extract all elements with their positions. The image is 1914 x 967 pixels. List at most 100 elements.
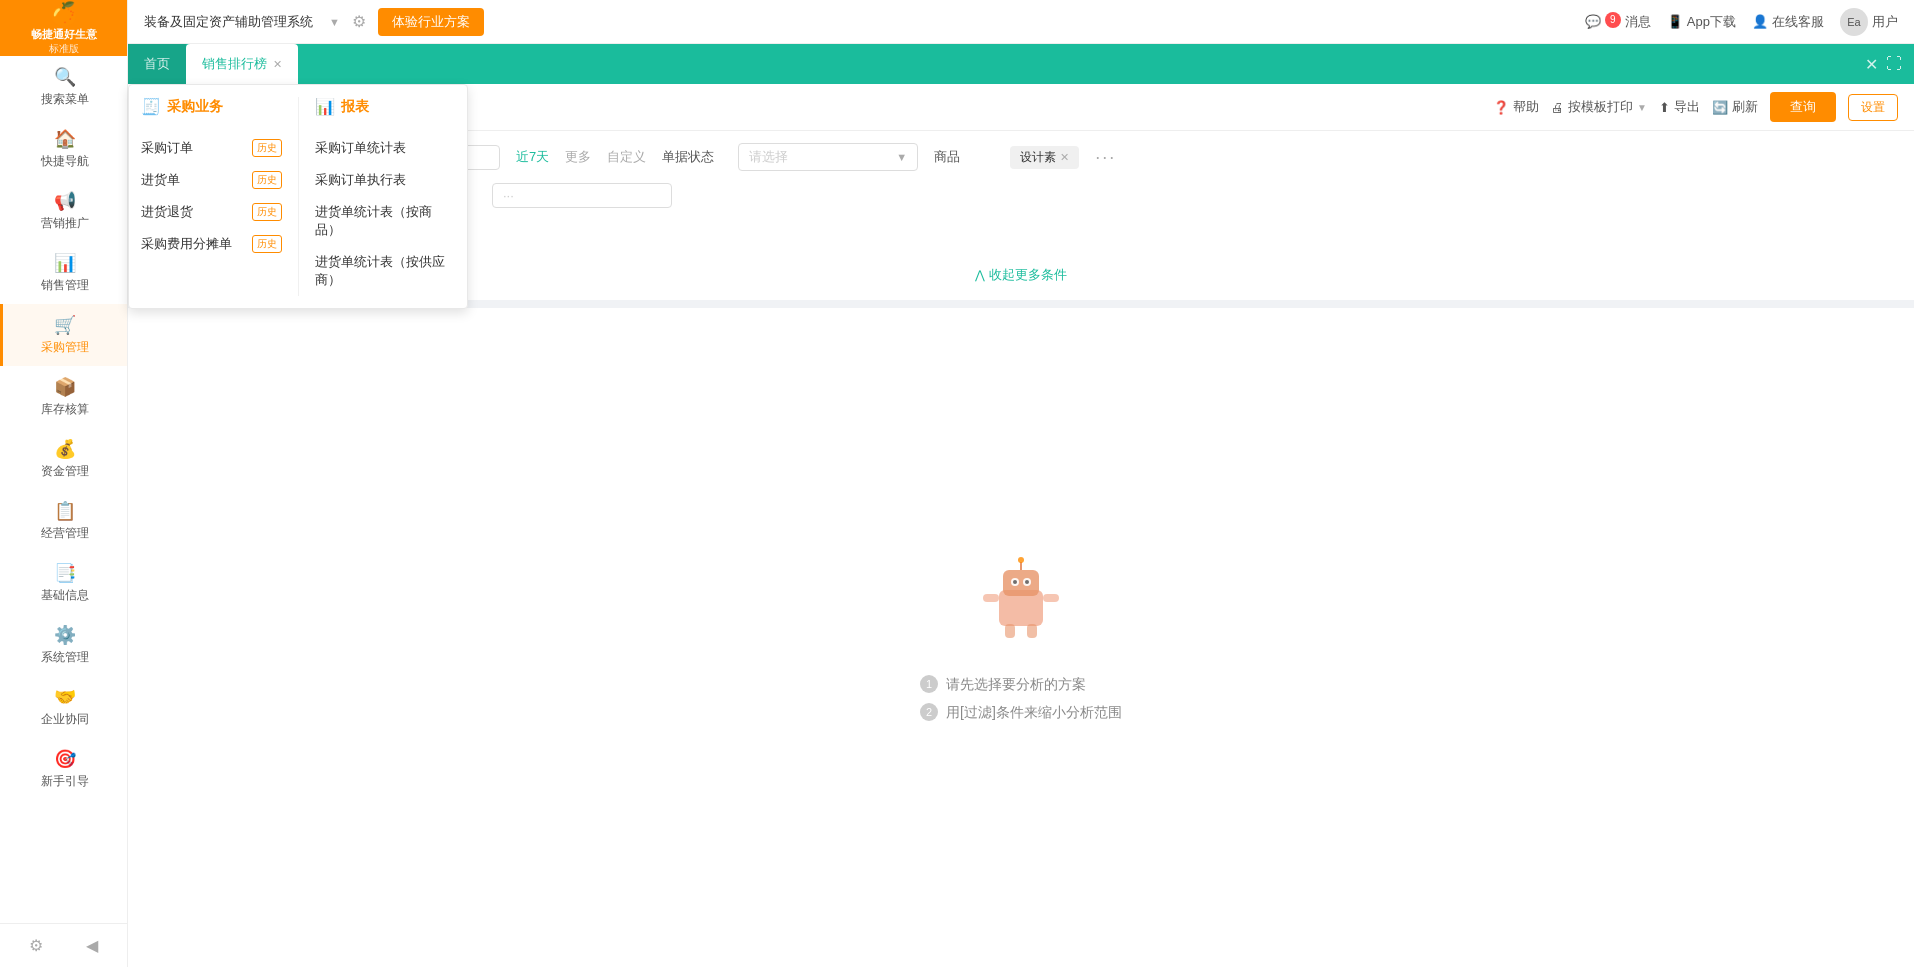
report-col-title: 报表: [341, 98, 369, 116]
title-dropdown-arrow[interactable]: ▼: [329, 16, 340, 28]
collapse-up-icon: ⋀: [975, 268, 985, 282]
dropdown-item-report-order-stat[interactable]: 采购订单统计表: [315, 132, 456, 164]
message-icon: 💬: [1585, 14, 1601, 29]
print-label: 按模板打印: [1568, 98, 1633, 116]
tab-close-icon[interactable]: ✕: [273, 58, 282, 71]
sidebar-item-inventory[interactable]: 📦 库存核算: [0, 366, 127, 428]
sidebar-label-guide: 新手引导: [41, 773, 89, 790]
online-service-btn[interactable]: 👤 在线客服: [1752, 13, 1824, 31]
help-btn[interactable]: ❓ 帮助: [1493, 98, 1539, 116]
voucher-status-dropdown-icon: ▼: [896, 151, 907, 163]
basic-info-icon: 📑: [54, 562, 76, 584]
dropdown-item-purchase-cost[interactable]: 采购费用分摊单 历史: [141, 228, 282, 260]
tab-home[interactable]: 首页: [128, 44, 186, 84]
empty-step-1: 1 请先选择要分析的方案: [920, 670, 1122, 698]
date-custom-link[interactable]: 自定义: [607, 148, 646, 166]
dropdown-item-purchase-inbound[interactable]: 进货单 历史: [141, 164, 282, 196]
app-download-btn[interactable]: 📱 App下载: [1667, 13, 1736, 31]
collapse-btn[interactable]: ⋀ 收起更多条件: [975, 266, 1067, 284]
svg-rect-9: [1043, 594, 1059, 602]
sidebar-settings-button[interactable]: ⚙: [29, 936, 43, 955]
search-icon: 🔍: [54, 66, 76, 88]
step1-num: 1: [920, 675, 938, 693]
marketing-icon: 📢: [54, 190, 76, 212]
report-inbound-supplier-label: 进货单统计表（按供应商）: [315, 253, 456, 289]
sidebar-item-finance[interactable]: 💰 资金管理: [0, 428, 127, 490]
dropdown-purchase-header: 🧾 采购业务: [141, 97, 282, 122]
empty-text: 1 请先选择要分析的方案 2 用[过滤]条件来缩小分析范围: [920, 670, 1122, 726]
report-order-exec-label: 采购订单执行表: [315, 171, 406, 189]
sidebar-item-basic-info[interactable]: 📑 基础信息: [0, 552, 127, 614]
industry-btn[interactable]: 体验行业方案: [378, 8, 484, 36]
tab-close-all-icon[interactable]: ✕: [1865, 55, 1878, 74]
settings-gear-icon[interactable]: ⚙: [352, 12, 366, 31]
online-service-label: 在线客服: [1772, 13, 1824, 31]
dropdown-item-report-inbound-by-goods[interactable]: 进货单统计表（按商品）: [315, 196, 456, 246]
purchase-cost-label: 采购费用分摊单: [141, 235, 232, 253]
tab-sales-rank[interactable]: 销售排行榜 ✕: [186, 44, 298, 84]
sidebar-item-operations[interactable]: 📋 经营管理: [0, 490, 127, 552]
cooperation-icon: 🤝: [54, 686, 76, 708]
empty-illustration: [971, 550, 1071, 650]
date-more-link[interactable]: 更多: [565, 148, 591, 166]
svg-point-5: [1025, 580, 1029, 584]
help-icon: ❓: [1493, 100, 1509, 115]
goods-more-dots[interactable]: ···: [1095, 147, 1116, 168]
sidebar-item-marketing[interactable]: 📢 营销推广: [0, 180, 127, 242]
voucher-status-select[interactable]: 请选择 ▼: [738, 143, 918, 171]
tab-maximize-icon[interactable]: ⛶: [1886, 55, 1902, 73]
message-badge: 9: [1605, 12, 1621, 28]
sidebar-label-system: 系统管理: [41, 649, 89, 666]
sidebar-item-guide[interactable]: 🎯 新手引导: [0, 738, 127, 800]
print-icon: 🖨: [1551, 100, 1564, 115]
svg-rect-8: [983, 594, 999, 602]
sidebar-item-sales[interactable]: 📊 销售管理: [0, 242, 127, 304]
sidebar-item-cooperation[interactable]: 🤝 企业协同: [0, 676, 127, 738]
purchase-icon: 🛒: [54, 314, 76, 336]
app-download-label: App下载: [1687, 13, 1736, 31]
message-btn[interactable]: 💬 9 消息: [1585, 13, 1651, 31]
system-title: 装备及固定资产辅助管理系统: [144, 13, 313, 31]
dropdown-divider: [298, 97, 299, 296]
sidebar-item-purchase[interactable]: 🛒 采购管理: [0, 304, 127, 366]
purchase-inbound-label: 进货单: [141, 171, 180, 189]
dropdown-item-purchase-order[interactable]: 采购订单 历史: [141, 132, 282, 164]
goods-tag[interactable]: 设计素 ✕: [1010, 146, 1079, 169]
sidebar-item-quick-nav[interactable]: 🏠 快捷导航: [0, 118, 127, 180]
svg-rect-1: [1003, 570, 1039, 596]
salesperson-input[interactable]: ···: [492, 183, 672, 208]
sales-icon: 📊: [54, 252, 76, 274]
sidebar-item-search[interactable]: 🔍 搜索菜单: [0, 56, 127, 118]
finance-icon: 💰: [54, 438, 76, 460]
dropdown-item-report-inbound-by-supplier[interactable]: 进货单统计表（按供应商）: [315, 246, 456, 296]
query-button[interactable]: 查询: [1770, 92, 1836, 122]
app-logo: 🍊 畅捷通好生意 标准版: [0, 0, 127, 56]
refresh-btn[interactable]: 🔄 刷新: [1712, 98, 1758, 116]
date-7days-shortcut[interactable]: 近7天: [516, 148, 549, 166]
goods-tag-close-icon[interactable]: ✕: [1060, 151, 1069, 164]
sidebar-label-basic-info: 基础信息: [41, 587, 89, 604]
print-btn[interactable]: 🖨 按模板打印 ▼: [1551, 98, 1647, 116]
robot-svg: [971, 550, 1071, 650]
sidebar-label-quick-nav: 快捷导航: [41, 153, 89, 170]
dropdown-report-header: 📊 报表: [315, 97, 456, 122]
sidebar-item-system[interactable]: ⚙️ 系统管理: [0, 614, 127, 676]
svg-rect-11: [1027, 624, 1037, 638]
goods-label: 商品: [934, 148, 994, 166]
print-dropdown-icon[interactable]: ▼: [1637, 102, 1647, 113]
system-icon: ⚙️: [54, 624, 76, 646]
dropdown-item-purchase-return[interactable]: 进货退货 历史: [141, 196, 282, 228]
user-label: 用户: [1872, 13, 1898, 31]
settings-button[interactable]: 设置: [1848, 94, 1898, 121]
sidebar-collapse-button[interactable]: ◀: [86, 936, 98, 955]
purchase-return-hist: 历史: [252, 203, 282, 221]
dropdown-item-report-order-exec[interactable]: 采购订单执行表: [315, 164, 456, 196]
purchase-cost-hist: 历史: [252, 235, 282, 253]
top-header: 装备及固定资产辅助管理系统 ▼ ⚙ 体验行业方案 💬 9 消息 📱 App下载 …: [128, 0, 1914, 44]
avatar: Ea: [1840, 8, 1868, 36]
user-menu[interactable]: Ea 用户: [1840, 8, 1898, 36]
purchase-dropdown-menu: 🧾 采购业务 采购订单 历史 进货单 历史 进货退货 历史 采购费用分摊单 历史: [128, 84, 468, 309]
inventory-icon: 📦: [54, 376, 76, 398]
export-btn[interactable]: ⬆ 导出: [1659, 98, 1700, 116]
header-right: 💬 9 消息 📱 App下载 👤 在线客服 Ea 用户: [1585, 8, 1898, 36]
